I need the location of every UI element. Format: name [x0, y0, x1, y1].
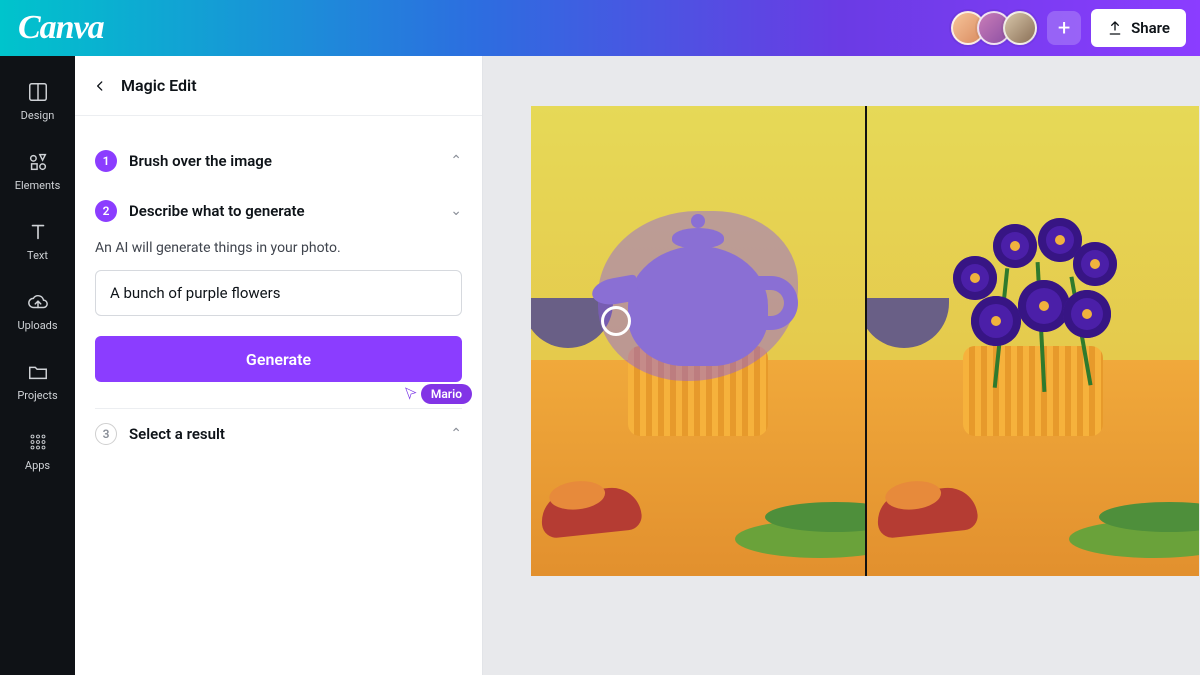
rail-label: Text	[27, 249, 48, 262]
cloud-upload-icon	[27, 291, 49, 313]
brush-cursor-icon	[601, 306, 631, 336]
magic-edit-panel: Magic Edit 1 Brush over the image ⌃ 2 De…	[75, 56, 483, 675]
plus-icon: +	[1058, 16, 1070, 41]
step-brush[interactable]: 1 Brush over the image ⌃	[95, 136, 462, 186]
canvas-image-after[interactable]	[865, 106, 1199, 576]
step-number-badge: 3	[95, 423, 117, 445]
rail-item-elements[interactable]: Elements	[0, 136, 75, 206]
brand-logo[interactable]: Canva	[18, 9, 104, 47]
chevron-up-icon: ⌃	[450, 426, 462, 442]
rail-item-design[interactable]: Design	[0, 66, 75, 136]
share-button[interactable]: Share	[1091, 9, 1186, 47]
cursor-icon	[403, 386, 419, 402]
cursor-tag-label: Mario	[421, 384, 472, 404]
rail-label: Elements	[15, 179, 61, 192]
folder-icon	[27, 361, 49, 383]
layout-icon	[27, 81, 49, 103]
rail-label: Apps	[25, 459, 50, 472]
shapes-icon	[27, 151, 49, 173]
generated-flowers	[943, 216, 1123, 366]
prop-cup	[865, 298, 949, 348]
step-label: Brush over the image	[129, 152, 272, 170]
chevron-up-icon: ⌃	[450, 153, 462, 169]
add-collaborator-button[interactable]: +	[1047, 11, 1081, 45]
rail-item-text[interactable]: Text	[0, 206, 75, 276]
top-bar-right: + Share	[951, 9, 1186, 47]
step-number-badge: 1	[95, 150, 117, 172]
left-rail: Design Elements Text Uploads Projects Ap…	[0, 56, 75, 675]
helper-text: An AI will generate things in your photo…	[95, 240, 462, 256]
step-label: Describe what to generate	[129, 202, 305, 220]
collaborator-cursor: Mario	[403, 384, 472, 404]
share-label: Share	[1131, 19, 1170, 37]
step-select-result[interactable]: 3 Select a result ⌃	[95, 409, 462, 459]
generate-button[interactable]: Generate Mario	[95, 336, 462, 382]
rail-item-uploads[interactable]: Uploads	[0, 276, 75, 346]
rail-label: Uploads	[17, 319, 57, 332]
apps-grid-icon	[27, 431, 49, 453]
chevron-down-icon: ⌄	[450, 203, 462, 219]
panel-body: 1 Brush over the image ⌃ 2 Describe what…	[75, 116, 482, 459]
step-left: 1 Brush over the image	[95, 150, 272, 172]
step-left: 3 Select a result	[95, 423, 225, 445]
canvas-image-before[interactable]	[531, 106, 865, 576]
rail-label: Design	[21, 109, 55, 122]
canvas-area[interactable]	[483, 56, 1200, 675]
avatar[interactable]	[1003, 11, 1037, 45]
step-label: Select a result	[129, 425, 225, 443]
rail-item-projects[interactable]: Projects	[0, 346, 75, 416]
chevron-left-icon	[93, 79, 107, 93]
back-button[interactable]	[93, 74, 107, 98]
teapot	[628, 246, 768, 366]
upload-icon	[1107, 20, 1123, 36]
workspace: Design Elements Text Uploads Projects Ap…	[0, 56, 1200, 675]
canvas-comparison	[531, 106, 1199, 576]
collaborator-avatars	[951, 11, 1037, 45]
step-number-badge: 2	[95, 200, 117, 222]
prompt-input[interactable]	[95, 270, 462, 316]
text-icon	[27, 221, 49, 243]
rail-label: Projects	[17, 389, 57, 402]
rail-item-apps[interactable]: Apps	[0, 416, 75, 486]
step-left: 2 Describe what to generate	[95, 200, 305, 222]
panel-header: Magic Edit	[75, 56, 482, 116]
step-describe[interactable]: 2 Describe what to generate ⌄	[95, 186, 462, 236]
panel-title: Magic Edit	[121, 76, 197, 95]
top-bar: Canva + Share	[0, 0, 1200, 56]
generate-label: Generate	[246, 350, 311, 369]
